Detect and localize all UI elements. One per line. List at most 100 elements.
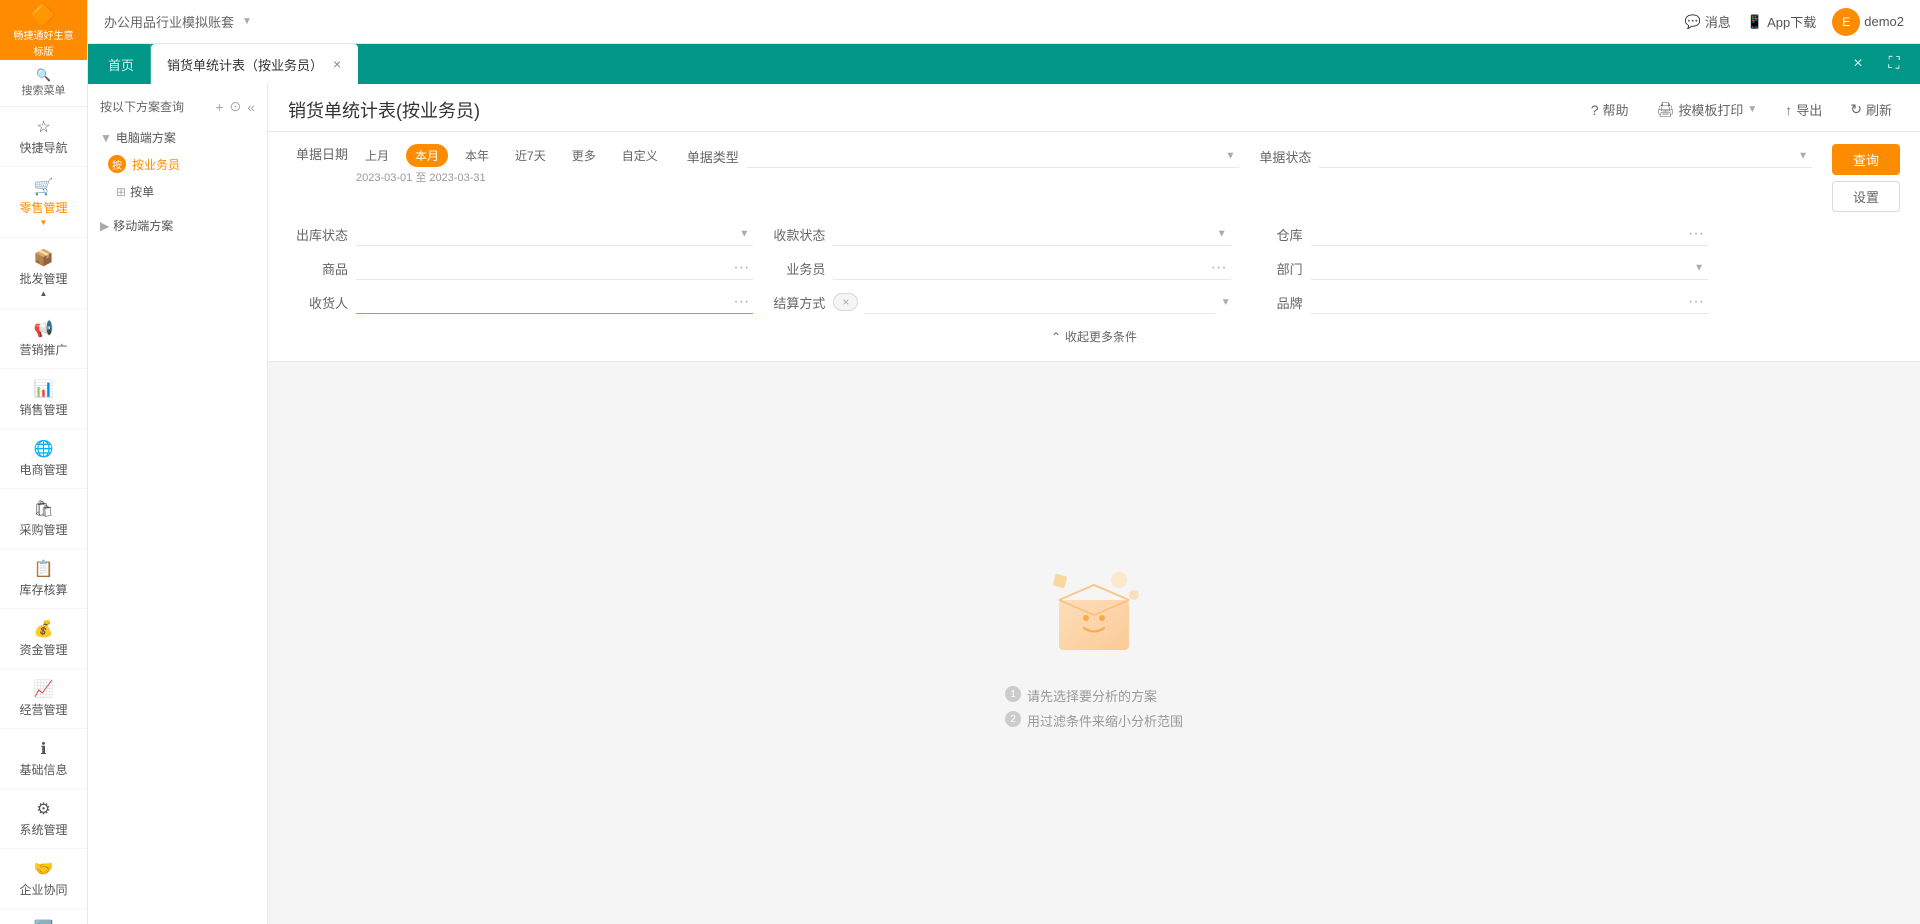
settings-button[interactable]: 设置 <box>1832 181 1900 212</box>
retail-label: 零售管理 <box>19 199 67 216</box>
scheme-group-desktop-header[interactable]: ▼ 电脑端方案 <box>88 125 267 150</box>
print-button[interactable]: 🖨 按模板打印 ▼ <box>1649 96 1766 123</box>
tab-sales-report-label: 销货单统计表（按业务员） <box>167 55 323 74</box>
staff-dots-icon[interactable]: ··· <box>1211 259 1227 277</box>
tab-close-button[interactable]: × <box>333 56 341 72</box>
app-download-label: App下载 <box>1767 12 1816 31</box>
dept-select[interactable] <box>1311 256 1708 280</box>
marketing-label: 营销推广 <box>19 341 67 358</box>
collapse-more-button[interactable]: ⌃ 收起更多条件 <box>288 324 1900 349</box>
payment-method-label: 结算方式 <box>765 293 825 312</box>
out-status-select[interactable] <box>356 222 753 246</box>
date-btn-more[interactable]: 更多 <box>563 144 605 167</box>
date-btn-custom[interactable]: 自定义 <box>613 144 667 167</box>
date-btn-last-7-days[interactable]: 近7天 <box>506 144 555 167</box>
scheme-sub-item-label: 按单 <box>130 183 154 200</box>
export-button[interactable]: ↑ 导出 <box>1777 96 1830 123</box>
tab-bar: 首页 销货单统计表（按业务员） × × ⛶ <box>88 44 1920 84</box>
sidebar: 🔶 畅捷通好生意 标版 🔍 消息 搜索菜单 ☆ 快捷导航 🛒 零售管理 ▼ 📦 … <box>0 0 88 924</box>
scheme-sub-item-by-order[interactable]: ⊞ 按单 <box>88 178 267 205</box>
brand-input[interactable] <box>1311 290 1708 314</box>
receiver-dots-icon[interactable]: ··· <box>733 293 749 311</box>
tab-sales-report[interactable]: 销货单统计表（按业务员） × <box>151 44 358 84</box>
refresh-button[interactable]: ↻ 刷新 <box>1842 96 1900 123</box>
sidebar-item-new-user[interactable]: 🆕 新手引导 <box>0 909 87 924</box>
tab-home[interactable]: 首页 <box>92 44 151 84</box>
doc-type-select[interactable] <box>747 144 1240 168</box>
brand-dots-icon[interactable]: ··· <box>1688 293 1704 311</box>
brand-control: ··· <box>1311 290 1708 314</box>
sidebar-item-basic-info[interactable]: ℹ 基础信息 <box>0 729 87 789</box>
page-header: 销货单统计表(按业务员) ? 帮助 🖨 按模板打印 ▼ ↑ 导出 <box>268 84 1920 132</box>
empty-state-illustration <box>1034 550 1154 670</box>
collapse-more-label: 收起更多条件 <box>1065 328 1137 345</box>
tab-close-all-button[interactable]: × <box>1844 50 1872 78</box>
payment-method-control: × ▼ <box>833 290 1230 314</box>
staff-input[interactable] <box>833 256 1230 280</box>
tip-num-2: 2 <box>1005 711 1021 727</box>
filter-payment-method: 结算方式 × ▼ <box>765 290 1230 314</box>
sidebar-item-retail[interactable]: 🛒 零售管理 ▼ <box>0 167 87 238</box>
left-panel-title: 按以下方案查询 <box>100 98 184 115</box>
print-dropdown-icon[interactable]: ▼ <box>1747 104 1757 115</box>
scheme-group-mobile-header[interactable]: ▶ 移动端方案 <box>88 213 267 238</box>
retail-icon: 🛒 <box>34 177 54 197</box>
tab-home-label: 首页 <box>108 55 134 74</box>
export-icon: ↑ <box>1785 102 1792 118</box>
edit-scheme-button[interactable]: ⊙ <box>229 98 241 115</box>
operations-label: 经营管理 <box>19 701 67 718</box>
sidebar-item-purchase[interactable]: 🛍 采购管理 <box>0 489 87 549</box>
sidebar-item-finance[interactable]: 💰 资金管理 <box>0 609 87 669</box>
app-download-button[interactable]: 📱 App下载 <box>1747 12 1816 31</box>
purchase-label: 采购管理 <box>19 521 67 538</box>
wholesale-label: 批发管理 <box>19 270 67 287</box>
new-user-icon: 🆕 <box>34 919 54 924</box>
date-btn-this-month[interactable]: 本月 <box>406 144 448 167</box>
receiver-input[interactable] <box>356 290 753 314</box>
messages-button[interactable]: 💬 消息 <box>1685 12 1731 31</box>
scheme-item-by-staff[interactable]: 按 按业务员 <box>88 150 267 178</box>
avatar: E <box>1832 8 1860 36</box>
sidebar-item-quick-nav[interactable]: ☆ 快捷导航 <box>0 107 87 167</box>
doc-type-label: 单据类型 <box>679 147 739 166</box>
sidebar-item-wholesale[interactable]: 📦 批发管理 ▲ <box>0 238 87 309</box>
date-btn-last-month[interactable]: 上月 <box>356 144 398 167</box>
date-btn-this-year[interactable]: 本年 <box>456 144 498 167</box>
add-scheme-button[interactable]: + <box>215 99 223 115</box>
payment-method-select[interactable] <box>864 290 1214 314</box>
top-bar: 办公用品行业模拟账套 ▼ 💬 消息 📱 App下载 E demo2 <box>88 0 1920 44</box>
sidebar-item-sales[interactable]: 📊 销售管理 <box>0 369 87 429</box>
brand-label: 品牌 <box>1243 293 1303 312</box>
scheme-group-desktop: ▼ 电脑端方案 按 按业务员 ⊞ 按单 <box>88 121 267 209</box>
sidebar-item-marketing[interactable]: 📢 营销推广 <box>0 309 87 369</box>
sidebar-item-ecommerce[interactable]: 🌐 电商管理 <box>0 429 87 489</box>
payment-method-tag-close[interactable]: × <box>842 295 849 309</box>
tab-fullscreen-button[interactable]: ⛶ <box>1880 50 1908 78</box>
system-icon: ⚙ <box>36 799 50 819</box>
system-label: 系统管理 <box>19 821 67 838</box>
empty-tips: 1 请先选择要分析的方案 2 用过滤条件来缩小分析范围 <box>1005 686 1183 736</box>
sidebar-item-operations[interactable]: 📈 经营管理 <box>0 669 87 729</box>
user-profile[interactable]: E demo2 <box>1832 8 1904 36</box>
warehouse-dots-icon[interactable]: ··· <box>1688 225 1704 243</box>
top-bar-left: 办公用品行业模拟账套 ▼ <box>104 12 252 31</box>
sidebar-item-system[interactable]: ⚙ 系统管理 <box>0 789 87 849</box>
tip-text-2: 用过滤条件来缩小分析范围 <box>1027 711 1183 730</box>
content-area: 按以下方案查询 + ⊙ « ▼ 电脑端方案 按 按业务员 ⊞ <box>88 84 1920 924</box>
product-input[interactable] <box>356 256 753 280</box>
filter-row-4: 收货人 ··· 结算方式 × <box>288 290 1900 314</box>
sidebar-item-inventory[interactable]: 📋 库存核算 <box>0 549 87 609</box>
breadcrumb-dropdown-icon[interactable]: ▼ <box>242 16 252 27</box>
warehouse-input[interactable] <box>1311 222 1708 246</box>
help-button[interactable]: ? 帮助 <box>1583 96 1637 123</box>
collapse-panel-button[interactable]: « <box>247 99 255 115</box>
payment-status-select[interactable] <box>833 222 1230 246</box>
query-button[interactable]: 查询 <box>1832 144 1900 175</box>
scheme-group-mobile: ▶ 移动端方案 <box>88 209 267 242</box>
doc-status-select[interactable] <box>1319 144 1812 168</box>
sidebar-item-enterprise[interactable]: 🤝 企业协同 <box>0 849 87 909</box>
sidebar-search-item[interactable]: 🔍 消息 搜索菜单 <box>0 60 87 107</box>
export-label: 导出 <box>1796 100 1822 119</box>
product-dots-icon[interactable]: ··· <box>733 259 749 277</box>
tip-item-1: 1 请先选择要分析的方案 <box>1005 686 1183 705</box>
